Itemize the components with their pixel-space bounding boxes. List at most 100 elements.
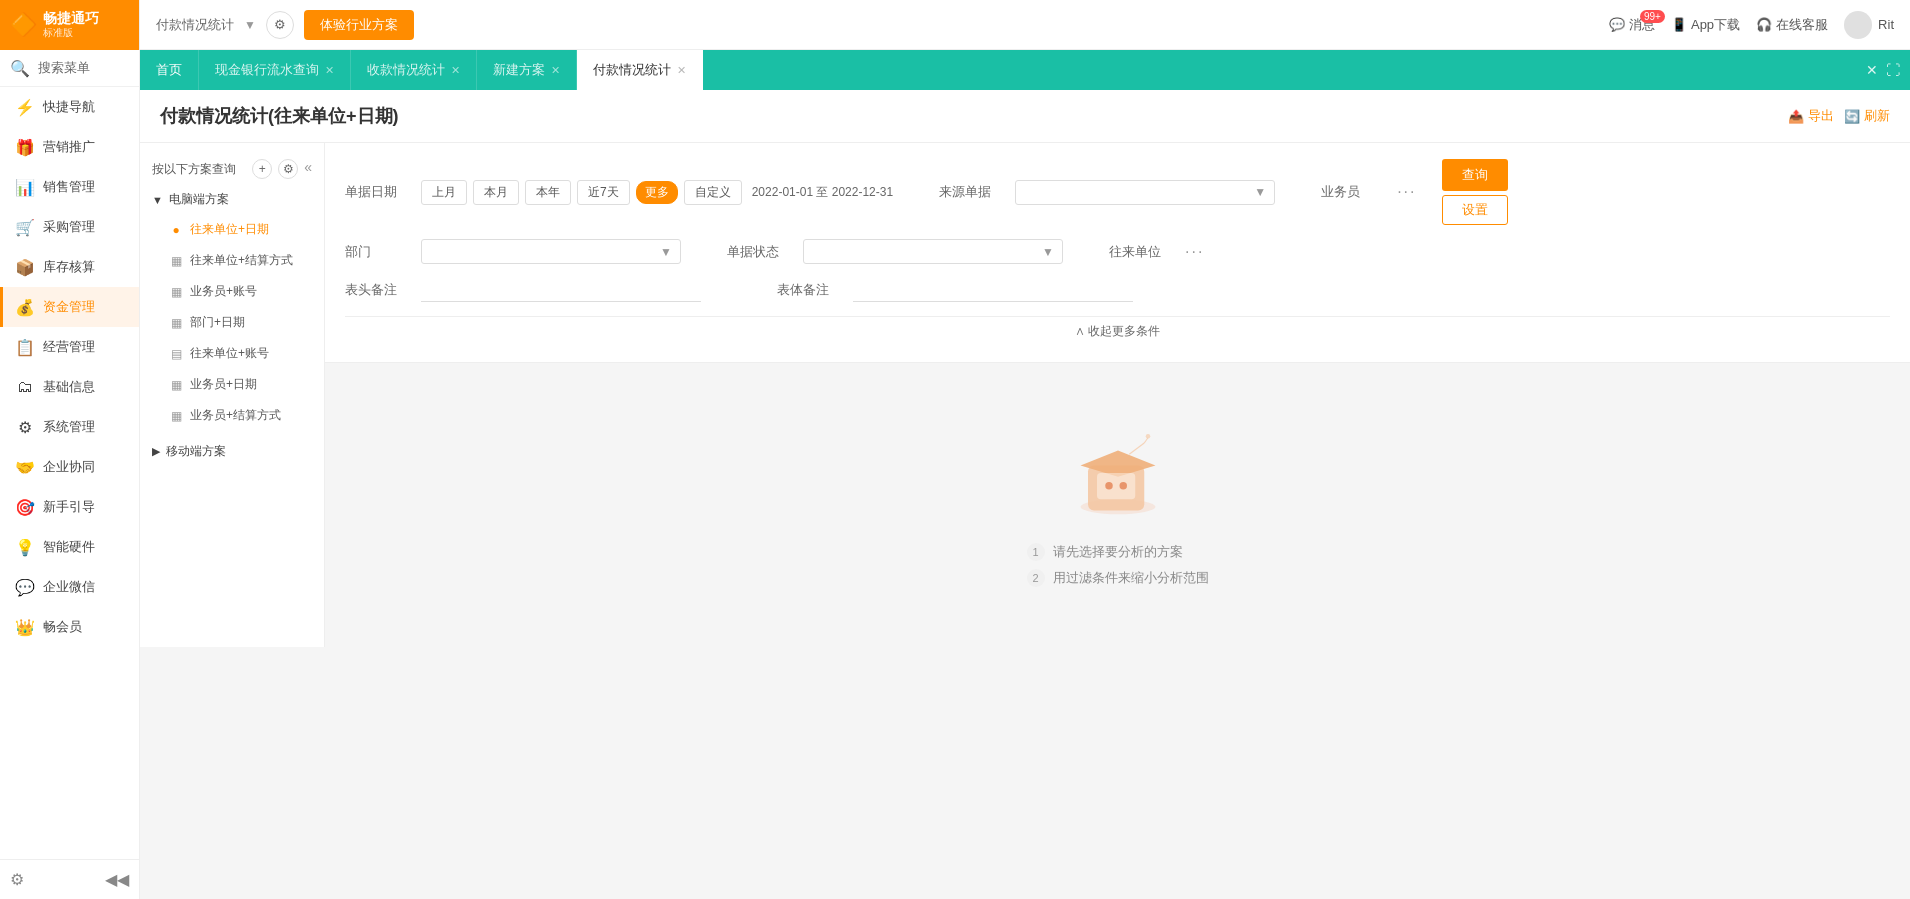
empty-tip-1: 1 请先选择要分析的方案 — [1027, 543, 1209, 561]
sidebar-item-business[interactable]: 📋 经营管理 — [0, 327, 139, 367]
schema-item-partner-account[interactable]: ▤ 往来单位+账号 — [140, 338, 324, 369]
sidebar-item-weixin[interactable]: 💬 企业微信 — [0, 567, 139, 607]
payment-tab-close[interactable]: ✕ — [677, 64, 686, 77]
schema-settings-button[interactable]: ⚙ — [278, 159, 298, 179]
schema-group-mobile[interactable]: ▶ 移动端方案 — [140, 437, 324, 466]
tip-num-2: 2 — [1027, 569, 1045, 587]
left-panel-collapse-button[interactable]: « — [304, 159, 312, 179]
custom-date-btn[interactable]: 自定义 — [684, 180, 742, 205]
try-industry-button[interactable]: 体验行业方案 — [304, 10, 414, 40]
this-year-btn[interactable]: 本年 — [525, 180, 571, 205]
sidebar-item-inventory[interactable]: 📦 库存核算 — [0, 247, 139, 287]
user-profile[interactable]: Rit — [1844, 11, 1894, 39]
new-tab-close[interactable]: ✕ — [551, 64, 560, 77]
setting-button[interactable]: 设置 — [1442, 195, 1508, 225]
guide-label: 新手引导 — [43, 498, 95, 516]
system-icon: ⚙ — [15, 417, 35, 437]
sidebar-item-guide[interactable]: 🎯 新手引导 — [0, 487, 139, 527]
promo-label: 营销推广 — [43, 138, 95, 156]
schema-group-desktop[interactable]: ▼ 电脑端方案 — [140, 185, 324, 214]
grid-icon-1: ▦ — [168, 253, 184, 269]
tab-new[interactable]: 新建方案 ✕ — [477, 50, 577, 90]
sidebar-settings-icon[interactable]: ⚙ — [10, 870, 24, 889]
refresh-button[interactable]: 🔄 刷新 — [1844, 107, 1890, 125]
sidebar-item-basic[interactable]: 🗂 基础信息 — [0, 367, 139, 407]
tabbar: 首页 现金银行流水查询 ✕ 收款情况统计 ✕ 新建方案 ✕ 付款情况统计 ✕ ✕… — [140, 50, 1910, 90]
schema-item-partner-settle[interactable]: ▦ 往来单位+结算方式 — [140, 245, 324, 276]
source-select[interactable]: ▼ — [1015, 180, 1275, 205]
online-service-button[interactable]: 🎧 在线客服 — [1756, 16, 1828, 34]
this-month-btn[interactable]: 本月 — [473, 180, 519, 205]
tab-receipt[interactable]: 收款情况统计 ✕ — [351, 50, 477, 90]
app-edition: 标准版 — [43, 26, 99, 40]
left-panel-header: 按以下方案查询 + ⚙ « — [140, 153, 324, 185]
dept-select[interactable]: ▼ — [421, 239, 681, 264]
tab-fullscreen-icon[interactable]: ⛶ — [1886, 62, 1900, 78]
sidebar-item-promo[interactable]: 🎁 营销推广 — [0, 127, 139, 167]
hardware-label: 智能硬件 — [43, 538, 95, 556]
sidebar-collapse-icon[interactable]: ◀◀ — [105, 870, 129, 889]
staff-select-dots[interactable]: ··· — [1397, 183, 1416, 201]
last-7days-btn[interactable]: 近7天 — [577, 180, 630, 205]
tab-home[interactable]: 首页 — [140, 50, 199, 90]
empty-state: 1 请先选择要分析的方案 2 用过滤条件来缩小分析范围 — [325, 363, 1910, 647]
add-schema-button[interactable]: + — [252, 159, 272, 179]
schema-item-staff-account[interactable]: ▦ 业务员+账号 — [140, 276, 324, 307]
tip-text-2: 用过滤条件来缩小分析范围 — [1053, 569, 1209, 587]
weixin-label: 企业微信 — [43, 578, 95, 596]
capital-label: 资金管理 — [43, 298, 95, 316]
sidebar-item-purchase[interactable]: 🛒 采购管理 — [0, 207, 139, 247]
sidebar-item-corp[interactable]: 🤝 企业协同 — [0, 447, 139, 487]
tab-payment[interactable]: 付款情况统计 ✕ — [577, 50, 703, 90]
empty-illustration — [1058, 423, 1178, 523]
schema-item-staff-settle[interactable]: ▦ 业务员+结算方式 — [140, 400, 324, 431]
export-button[interactable]: 📤 导出 — [1788, 107, 1834, 125]
app-download-button[interactable]: 📱 App下载 — [1671, 16, 1740, 34]
doc-status-select[interactable]: ▼ — [803, 239, 1063, 264]
app-label: App下载 — [1691, 16, 1740, 34]
sidebar-footer: ⚙ ◀◀ — [0, 859, 139, 899]
payment-tab-label: 付款情况统计 — [593, 61, 671, 79]
topbar-gear-btn[interactable]: ⚙ — [266, 11, 294, 39]
table-body-input[interactable] — [853, 278, 1133, 302]
left-panel: 按以下方案查询 + ⚙ « ▼ 电脑端方案 — [140, 143, 325, 647]
tab-bank[interactable]: 现金银行流水查询 ✕ — [199, 50, 351, 90]
sidebar-item-system[interactable]: ⚙ 系统管理 — [0, 407, 139, 447]
bank-tab-close[interactable]: ✕ — [325, 64, 334, 77]
collapse-filter-button[interactable]: ∧ 收起更多条件 — [345, 316, 1890, 346]
receipt-tab-close[interactable]: ✕ — [451, 64, 460, 77]
page-actions: 📤 导出 🔄 刷新 — [1788, 107, 1890, 125]
schema-item-staff-date[interactable]: ▦ 业务员+日期 — [140, 369, 324, 400]
doc-status-select-text — [812, 244, 1042, 259]
tabbar-actions: ✕ ⛶ — [1856, 50, 1910, 90]
doc-status-label: 单据状态 — [727, 243, 787, 261]
schema-item-partner-account-label: 往来单位+账号 — [190, 345, 269, 362]
sidebar-item-hardware[interactable]: 💡 智能硬件 — [0, 527, 139, 567]
message-button[interactable]: 💬 消息 99+ — [1609, 16, 1655, 34]
weixin-icon: 💬 — [15, 577, 35, 597]
table-body-label: 表体备注 — [777, 281, 837, 299]
system-label: 系统管理 — [43, 418, 95, 436]
partner-label: 往来单位 — [1109, 243, 1169, 261]
page-content: 付款情况统计(往来单位+日期) 📤 导出 🔄 刷新 按以下方案查询 — [140, 90, 1910, 899]
sidebar-item-member[interactable]: 👑 畅会员 — [0, 607, 139, 647]
sidebar-item-search[interactable]: 🔍 搜索菜单 — [0, 50, 139, 87]
schema-item-partner-date[interactable]: ● 往来单位+日期 — [140, 214, 324, 245]
basic-label: 基础信息 — [43, 378, 95, 396]
tab-close-all-icon[interactable]: ✕ — [1866, 62, 1878, 78]
svg-point-4 — [1105, 482, 1113, 490]
partner-select-dots[interactable]: ··· — [1185, 243, 1204, 261]
table-head-input[interactable] — [421, 278, 701, 302]
sidebar-item-sales[interactable]: 📊 销售管理 — [0, 167, 139, 207]
date-range: 2022-01-01 至 2022-12-31 — [752, 184, 893, 201]
circle-orange-icon: ● — [168, 222, 184, 238]
sidebar-item-capital[interactable]: 💰 资金管理 — [0, 287, 139, 327]
business-icon: 📋 — [15, 337, 35, 357]
staff-label: 业务员 — [1321, 183, 1381, 201]
last-month-btn[interactable]: 上月 — [421, 180, 467, 205]
more-dates-btn[interactable]: 更多 — [636, 181, 678, 204]
schema-item-dept-date[interactable]: ▦ 部门+日期 — [140, 307, 324, 338]
sidebar-item-nav[interactable]: ⚡ 快捷导航 — [0, 87, 139, 127]
query-button[interactable]: 查询 — [1442, 159, 1508, 191]
schema-query-label: 按以下方案查询 — [152, 161, 236, 178]
